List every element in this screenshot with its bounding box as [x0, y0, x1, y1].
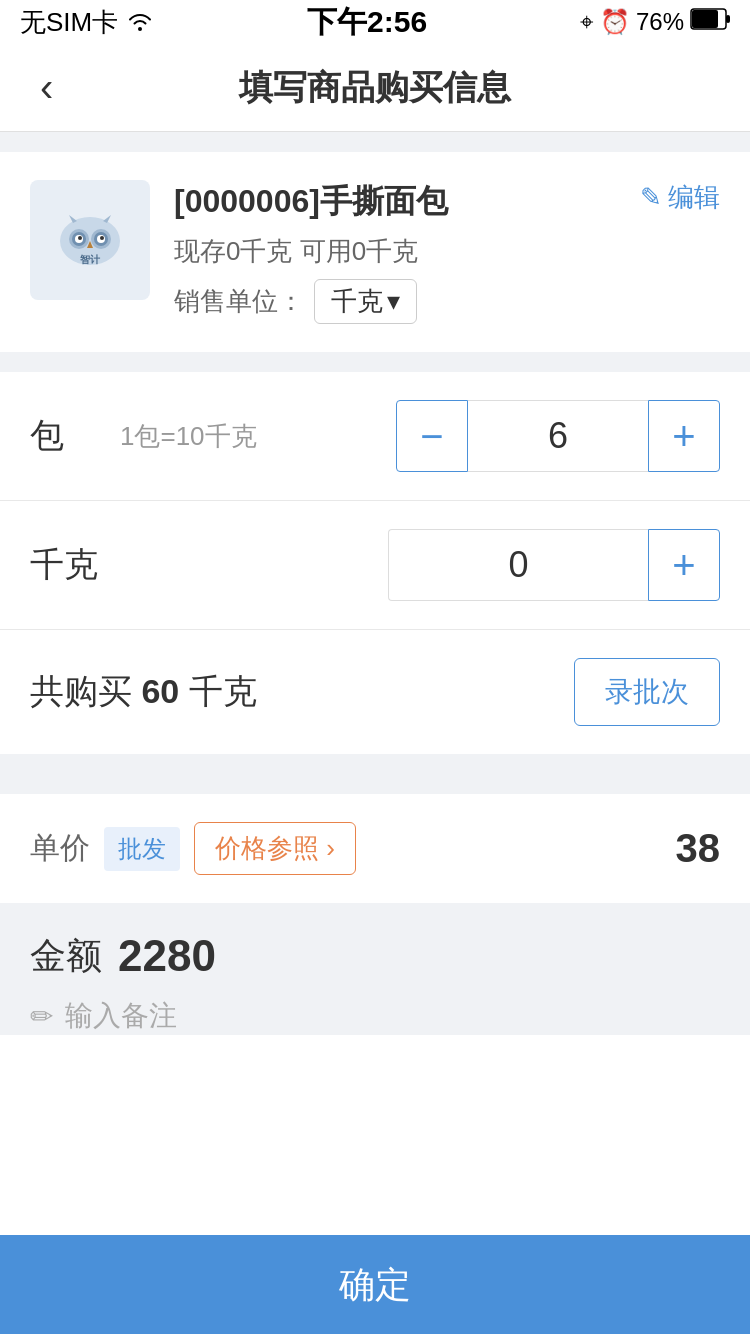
product-name: [0000006]手撕面包 — [174, 180, 720, 224]
kg-plus-button[interactable]: + — [648, 529, 720, 601]
status-left: 无SIM卡 — [20, 5, 154, 40]
kg-input[interactable] — [388, 529, 648, 601]
price-section: 单价 批发 价格参照 › 38 — [0, 794, 750, 903]
note-icon: ✏ — [30, 1000, 53, 1033]
product-card: 智计 [0000006]手撕面包 现存0千克 可用0千克 销售单位： 千克 ▾ … — [0, 152, 750, 352]
wifi-icon — [126, 7, 154, 38]
price-label: 单价 — [30, 828, 90, 869]
svg-rect-1 — [726, 15, 730, 23]
note-placeholder: 输入备注 — [65, 997, 177, 1035]
edit-button[interactable]: ✎ 编辑 — [640, 180, 720, 215]
status-right: ⌖ ⏰ 76% — [580, 8, 730, 36]
pack-label: 包 — [30, 413, 110, 459]
kg-row: 千克 + — [0, 501, 750, 630]
input-section: 包 1包=10千克 − + 千克 + — [0, 372, 750, 630]
battery-icon — [690, 8, 730, 36]
svg-point-10 — [78, 236, 82, 240]
battery-text: 76% — [636, 8, 684, 36]
status-time: 下午2:56 — [307, 2, 427, 43]
page-title: 填写商品购买信息 — [239, 65, 511, 111]
edit-icon: ✎ — [640, 182, 662, 213]
status-bar: 无SIM卡 下午2:56 ⌖ ⏰ 76% — [0, 0, 750, 44]
confirm-bar[interactable]: 确定 — [0, 1235, 750, 1334]
unit-label: 销售单位： — [174, 284, 304, 319]
svg-text:智计: 智计 — [79, 254, 101, 265]
price-ref-button[interactable]: 价格参照 › — [194, 822, 356, 875]
amount-section: 金额 2280 ✏ 输入备注 — [0, 903, 750, 1035]
carrier-text: 无SIM卡 — [20, 5, 118, 40]
pack-row: 包 1包=10千克 − + — [0, 372, 750, 501]
pack-minus-button[interactable]: − — [396, 400, 468, 472]
amount-row: 金额 2280 — [30, 931, 720, 981]
pack-controls: − + — [396, 400, 720, 472]
amount-label: 金额 — [30, 932, 102, 981]
product-logo: 智计 — [50, 200, 130, 280]
separator-1 — [0, 352, 750, 372]
location-icon: ⌖ — [580, 8, 594, 36]
total-row: 共购买 60 千克 录批次 — [0, 630, 750, 754]
back-button[interactable]: ‹ — [30, 55, 63, 120]
price-type-badge: 批发 — [104, 827, 180, 871]
nav-bar: ‹ 填写商品购买信息 — [0, 44, 750, 132]
unit-select[interactable]: 千克 ▾ — [314, 279, 417, 324]
svg-rect-2 — [692, 10, 718, 28]
separator-2 — [0, 754, 750, 774]
content-area — [0, 1035, 750, 1235]
pack-plus-button[interactable]: + — [648, 400, 720, 472]
kg-controls: + — [388, 529, 720, 601]
product-image: 智计 — [30, 180, 150, 300]
product-stock: 现存0千克 可用0千克 — [174, 234, 720, 269]
alarm-icon: ⏰ — [600, 8, 630, 36]
svg-point-11 — [100, 236, 104, 240]
pack-hint: 1包=10千克 — [120, 419, 257, 454]
note-row[interactable]: ✏ 输入备注 — [30, 997, 720, 1035]
product-unit-row: 销售单位： 千克 ▾ — [174, 279, 720, 324]
amount-value: 2280 — [118, 931, 216, 981]
batch-button[interactable]: 录批次 — [574, 658, 720, 726]
pack-input[interactable] — [468, 400, 648, 472]
product-info: [0000006]手撕面包 现存0千克 可用0千克 销售单位： 千克 ▾ — [174, 180, 720, 324]
confirm-text: 确定 — [339, 1261, 411, 1310]
total-text: 共购买 60 千克 — [30, 669, 257, 715]
kg-label: 千克 — [30, 542, 110, 588]
price-value: 38 — [676, 826, 721, 871]
